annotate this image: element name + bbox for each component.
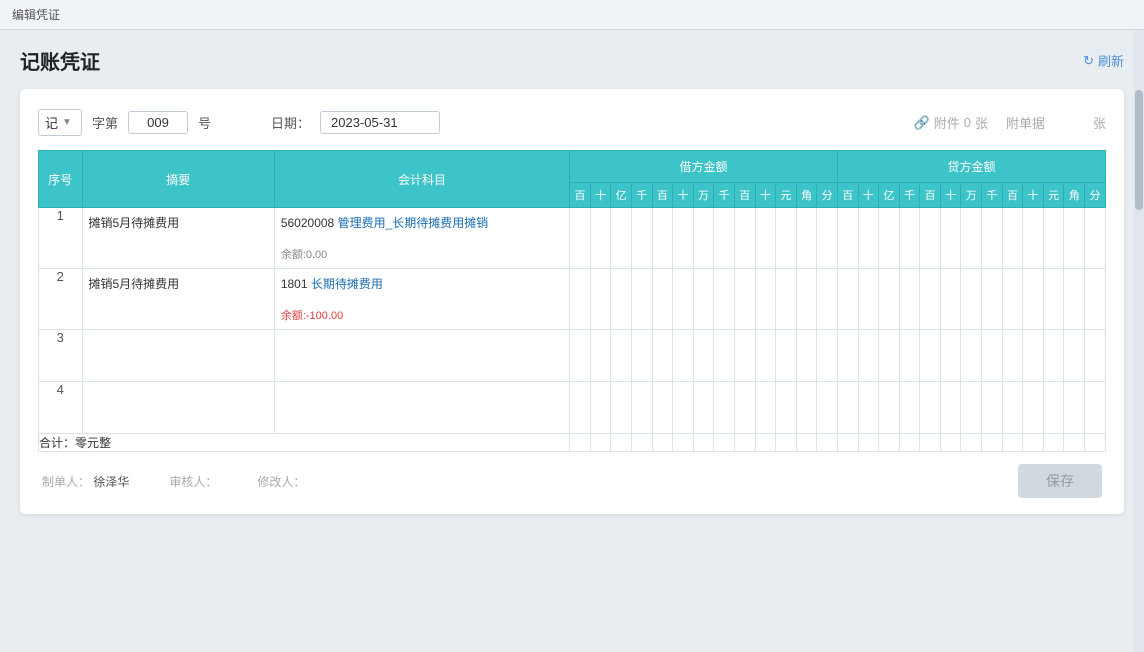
footer-row: 制单人： 徐泽华 审核人： 修改人： 保存 bbox=[38, 452, 1106, 498]
creator-label: 制单人： 徐泽华 bbox=[42, 473, 129, 490]
row-2-account[interactable]: 1801 长期待摊费用 余额:-100.00 bbox=[274, 269, 569, 330]
total-label: 合计：零元整 bbox=[39, 434, 570, 452]
auditor-label: 审核人： bbox=[169, 473, 217, 490]
hao-label: 号 bbox=[198, 113, 211, 132]
chevron-down-icon: ▼ bbox=[62, 117, 72, 128]
row-4-seq: 4 bbox=[39, 382, 83, 434]
paperclip-icon: 🔗 bbox=[914, 115, 930, 131]
save-button[interactable]: 保存 bbox=[1018, 464, 1102, 498]
zi-label: 字第 bbox=[92, 113, 118, 132]
attachment-area: 🔗 附件 0 张 附单据 张 bbox=[914, 113, 1106, 132]
zhang-label: 张 bbox=[1093, 113, 1106, 132]
row-1-seq: 1 bbox=[39, 208, 83, 269]
row-2-seq: 2 bbox=[39, 269, 83, 330]
total-row: 合计：零元整 bbox=[39, 434, 1106, 452]
window-title: 编辑凭证 bbox=[12, 6, 60, 23]
voucher-table: 序号 摘要 会计科目 借方金额 贷方金额 百 十 亿 千 百 十 万 千 百 十 bbox=[38, 150, 1106, 452]
table-row: 1 摊销5月待摊费用 56020008 管理费用_长期待摊费用摊销 余额:0.0… bbox=[39, 208, 1106, 269]
attachment-link[interactable]: 🔗 附件 0 张 bbox=[914, 113, 988, 132]
col-account-header: 会计科目 bbox=[274, 151, 569, 208]
scrollbar-thumb[interactable] bbox=[1135, 90, 1143, 210]
row-2-summary[interactable]: 摊销5月待摊费用 bbox=[82, 269, 274, 330]
modifier-label: 修改人： bbox=[257, 473, 305, 490]
row-1-summary[interactable]: 摊销5月待摊费用 bbox=[82, 208, 274, 269]
row-3-summary[interactable] bbox=[82, 330, 274, 382]
row-3-seq: 3 bbox=[39, 330, 83, 382]
table-row: 2 摊销5月待摊费用 1801 长期待摊费用 余额:-100.00 bbox=[39, 269, 1106, 330]
refresh-button[interactable]: ↻ 刷新 bbox=[1083, 51, 1124, 70]
scrollbar[interactable] bbox=[1134, 30, 1144, 652]
fudanju-label: 附单据 bbox=[1006, 113, 1045, 132]
ji-select[interactable]: 记 ▼ bbox=[38, 109, 82, 136]
row-3-account[interactable] bbox=[274, 330, 569, 382]
form-row: 记 ▼ 字第 号 日期： 🔗 附件 0 张 附单据 张 bbox=[38, 109, 1106, 136]
page-title: 记账凭证 bbox=[20, 46, 100, 75]
col-debit-header: 借方金额 bbox=[570, 151, 838, 183]
date-input[interactable] bbox=[320, 111, 440, 134]
row-1-account[interactable]: 56020008 管理费用_长期待摊费用摊销 余额:0.00 bbox=[274, 208, 569, 269]
attachment-count: 0 bbox=[964, 115, 971, 130]
table-row: 3 bbox=[39, 330, 1106, 382]
col-summary-header: 摘要 bbox=[82, 151, 274, 208]
voucher-number-input[interactable] bbox=[128, 111, 188, 134]
voucher-card: 记 ▼ 字第 号 日期： 🔗 附件 0 张 附单据 张 bbox=[20, 89, 1124, 514]
creator-name: 徐泽华 bbox=[93, 475, 129, 489]
table-row: 4 bbox=[39, 382, 1106, 434]
refresh-icon: ↻ bbox=[1083, 53, 1094, 69]
date-label: 日期： bbox=[271, 113, 310, 132]
row-4-summary[interactable] bbox=[82, 382, 274, 434]
col-seq-header: 序号 bbox=[39, 151, 83, 208]
col-credit-header: 贷方金额 bbox=[837, 151, 1105, 183]
row-4-account[interactable] bbox=[274, 382, 569, 434]
